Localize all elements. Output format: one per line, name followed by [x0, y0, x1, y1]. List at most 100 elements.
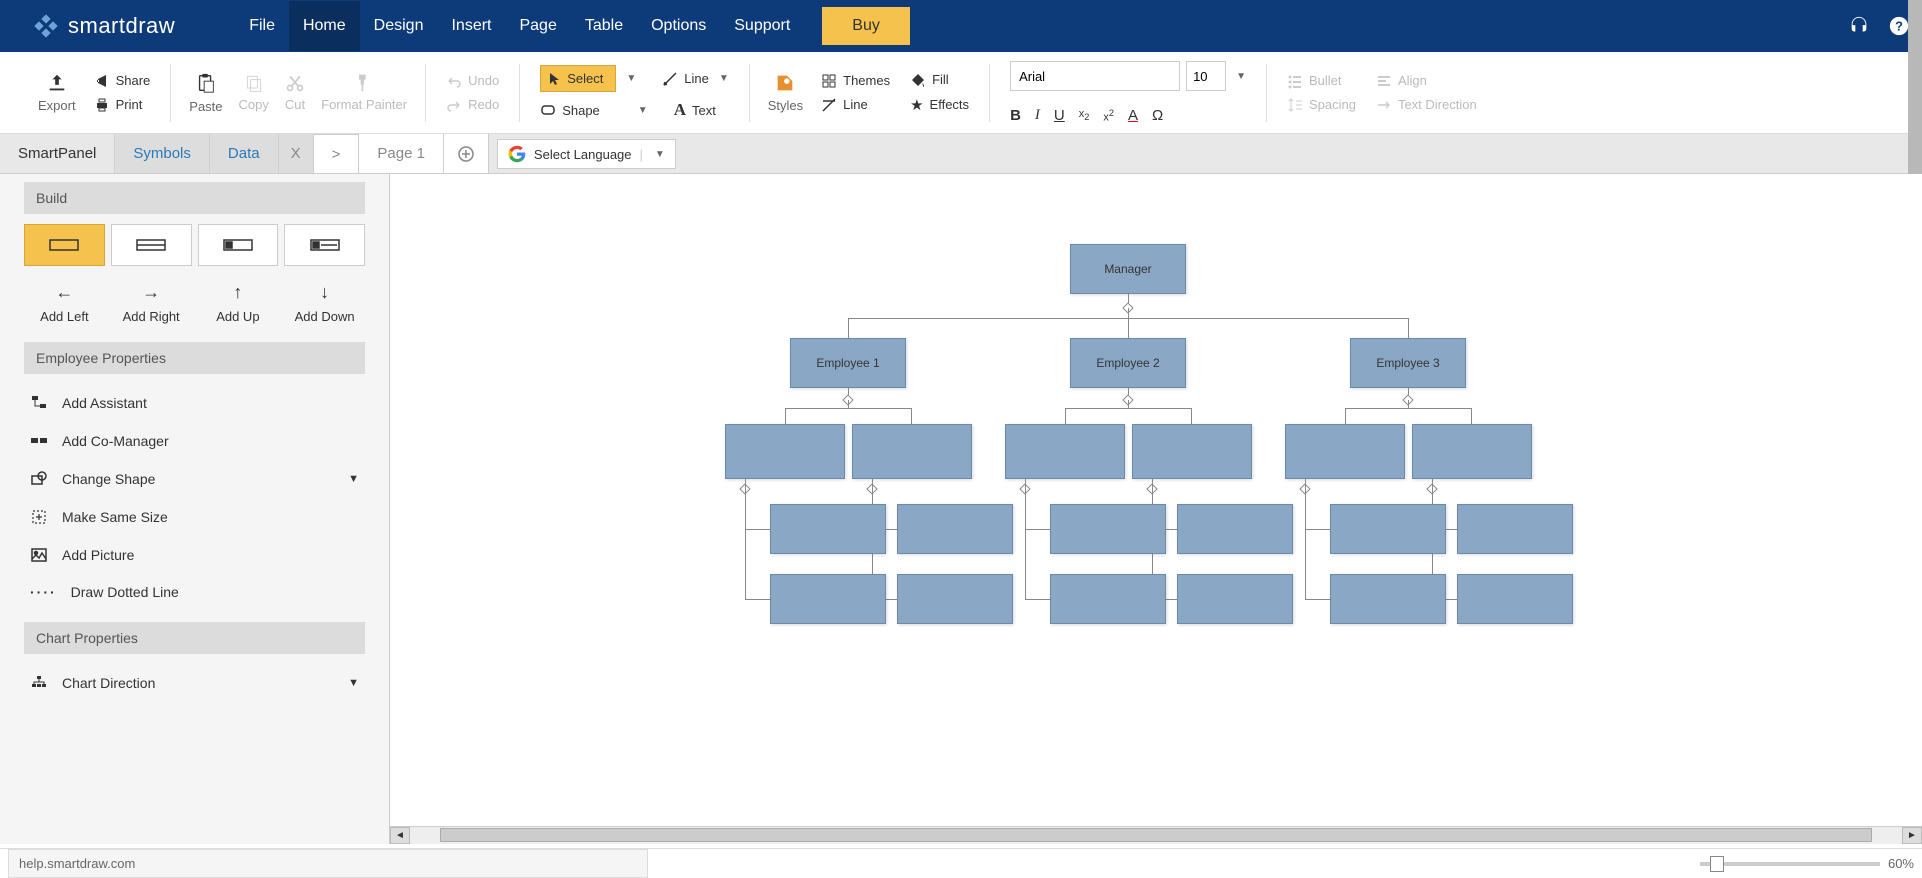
align-button[interactable]: Align [1376, 73, 1477, 89]
undo-button[interactable]: Undo [446, 73, 499, 89]
build-box-photo2[interactable] [284, 224, 365, 266]
chart-node[interactable] [1177, 504, 1293, 554]
italic-button[interactable]: I [1035, 107, 1040, 124]
print-button[interactable]: Print [94, 97, 151, 113]
draw-dotted-button[interactable]: ····Draw Dotted Line [24, 574, 365, 610]
menu-table[interactable]: Table [571, 1, 637, 51]
add-comanager-button[interactable]: Add Co-Manager [24, 422, 365, 460]
chart-node[interactable] [1285, 424, 1405, 479]
select-caret-icon[interactable]: ▼ [626, 73, 636, 84]
chart-node[interactable] [770, 504, 886, 554]
paste-button[interactable]: Paste [181, 71, 230, 114]
tab-close[interactable]: X [279, 134, 314, 173]
format-painter-button[interactable]: Format Painter [313, 73, 415, 112]
chart-node[interactable] [1457, 504, 1573, 554]
tab-data[interactable]: Data [210, 134, 279, 173]
spacing-button[interactable]: Spacing [1287, 97, 1356, 113]
print-icon [94, 97, 110, 113]
chart-node[interactable] [897, 504, 1013, 554]
tab-page1[interactable]: Page 1 [359, 134, 444, 173]
add-up-button[interactable]: ↑Add Up [198, 276, 279, 324]
shape-caret-icon[interactable]: ▼ [638, 105, 648, 116]
chart-node[interactable] [725, 424, 845, 479]
redo-button[interactable]: Redo [446, 97, 499, 113]
chart-node[interactable] [1177, 574, 1293, 624]
node-manager[interactable]: Manager [1070, 244, 1186, 294]
chart-node[interactable] [1412, 424, 1532, 479]
menu-file[interactable]: File [235, 1, 289, 51]
zoom-slider[interactable] [1700, 862, 1880, 866]
export-group[interactable]: Export [30, 72, 84, 113]
chart-direction-button[interactable]: Chart Direction▼ [24, 664, 365, 702]
menu-insert[interactable]: Insert [437, 1, 505, 51]
change-shape-button[interactable]: Change Shape▼ [24, 460, 365, 498]
menu-design[interactable]: Design [360, 1, 438, 51]
menu-home[interactable]: Home [289, 1, 360, 51]
select-button[interactable]: Select [540, 65, 616, 92]
node-emp2[interactable]: Employee 2 [1070, 338, 1186, 388]
chart-node[interactable] [1330, 504, 1446, 554]
shape-button[interactable]: Shape [562, 103, 600, 118]
ribbon: Export Share Print Paste Copy Cut Format… [0, 52, 1922, 134]
help-icon[interactable]: ? [1888, 15, 1910, 37]
omega-button[interactable]: Ω [1152, 107, 1163, 124]
text-button[interactable]: Text [692, 103, 716, 118]
size-caret-icon[interactable]: ▼ [1236, 71, 1246, 82]
add-picture-button[interactable]: Add Picture [24, 536, 365, 574]
linestyle-button[interactable]: Line [821, 97, 890, 113]
underline-button[interactable]: U [1054, 107, 1065, 124]
buy-button[interactable]: Buy [822, 7, 910, 45]
chart-node[interactable] [1005, 424, 1125, 479]
tab-smartpanel[interactable]: SmartPanel [0, 134, 115, 173]
menu-page[interactable]: Page [505, 1, 570, 51]
size-input[interactable] [1186, 61, 1226, 91]
superscript-button[interactable]: x2 [1103, 108, 1114, 124]
node-emp3[interactable]: Employee 3 [1350, 338, 1466, 388]
chart-node[interactable] [770, 574, 886, 624]
build-box-photo1[interactable] [198, 224, 279, 266]
logo: smartdraw [32, 12, 175, 40]
make-same-size-button[interactable]: Make Same Size [24, 498, 365, 536]
text-direction-button[interactable]: Text Direction [1376, 97, 1477, 113]
horizontal-scrollbar[interactable]: ◄ ► [390, 826, 1922, 844]
chart-node[interactable] [1330, 574, 1446, 624]
add-left-button[interactable]: ←Add Left [24, 276, 105, 324]
subscript-button[interactable]: x2 [1079, 108, 1090, 122]
build-box-split[interactable] [111, 224, 192, 266]
themes-button[interactable]: Themes [821, 73, 890, 89]
tab-symbols[interactable]: Symbols [115, 134, 210, 173]
add-down-button[interactable]: ↓Add Down [284, 276, 365, 324]
node-emp1[interactable]: Employee 1 [790, 338, 906, 388]
chart-node[interactable] [1050, 504, 1166, 554]
menu-support[interactable]: Support [720, 1, 804, 51]
headset-icon[interactable] [1848, 15, 1870, 37]
effects-button[interactable]: ★Effects [910, 96, 969, 114]
line-caret-icon[interactable]: ▼ [719, 73, 729, 84]
styles-button[interactable]: Styles [760, 72, 811, 113]
line-button[interactable]: Line [684, 71, 709, 86]
menu-options[interactable]: Options [637, 1, 720, 51]
canvas[interactable]: Manager Employee 1 Employee 2 Employee 3 [390, 174, 1922, 804]
language-select[interactable]: Select Language | ▼ [497, 139, 676, 169]
add-right-button[interactable]: →Add Right [111, 276, 192, 324]
bold-button[interactable]: B [1010, 107, 1021, 124]
chart-node[interactable] [1050, 574, 1166, 624]
chart-node[interactable] [1132, 424, 1252, 479]
share-button[interactable]: Share [94, 73, 151, 89]
font-color-button[interactable]: A [1128, 107, 1138, 124]
chart-node[interactable] [852, 424, 972, 479]
breadcrumb[interactable]: > [314, 134, 360, 173]
build-box-plain[interactable] [24, 224, 105, 266]
scroll-left-button[interactable]: ◄ [390, 827, 410, 844]
fill-button[interactable]: Fill [910, 72, 969, 88]
scroll-thumb[interactable] [440, 828, 1872, 842]
chart-node[interactable] [897, 574, 1013, 624]
cut-button[interactable]: Cut [277, 73, 313, 112]
add-page-button[interactable] [444, 134, 489, 173]
bullet-button[interactable]: Bullet [1287, 73, 1356, 89]
font-input[interactable] [1010, 61, 1180, 91]
add-assistant-button[interactable]: Add Assistant [24, 384, 365, 422]
copy-button[interactable]: Copy [231, 73, 277, 112]
scroll-right-button[interactable]: ► [1902, 827, 1922, 844]
chart-node[interactable] [1457, 574, 1573, 624]
